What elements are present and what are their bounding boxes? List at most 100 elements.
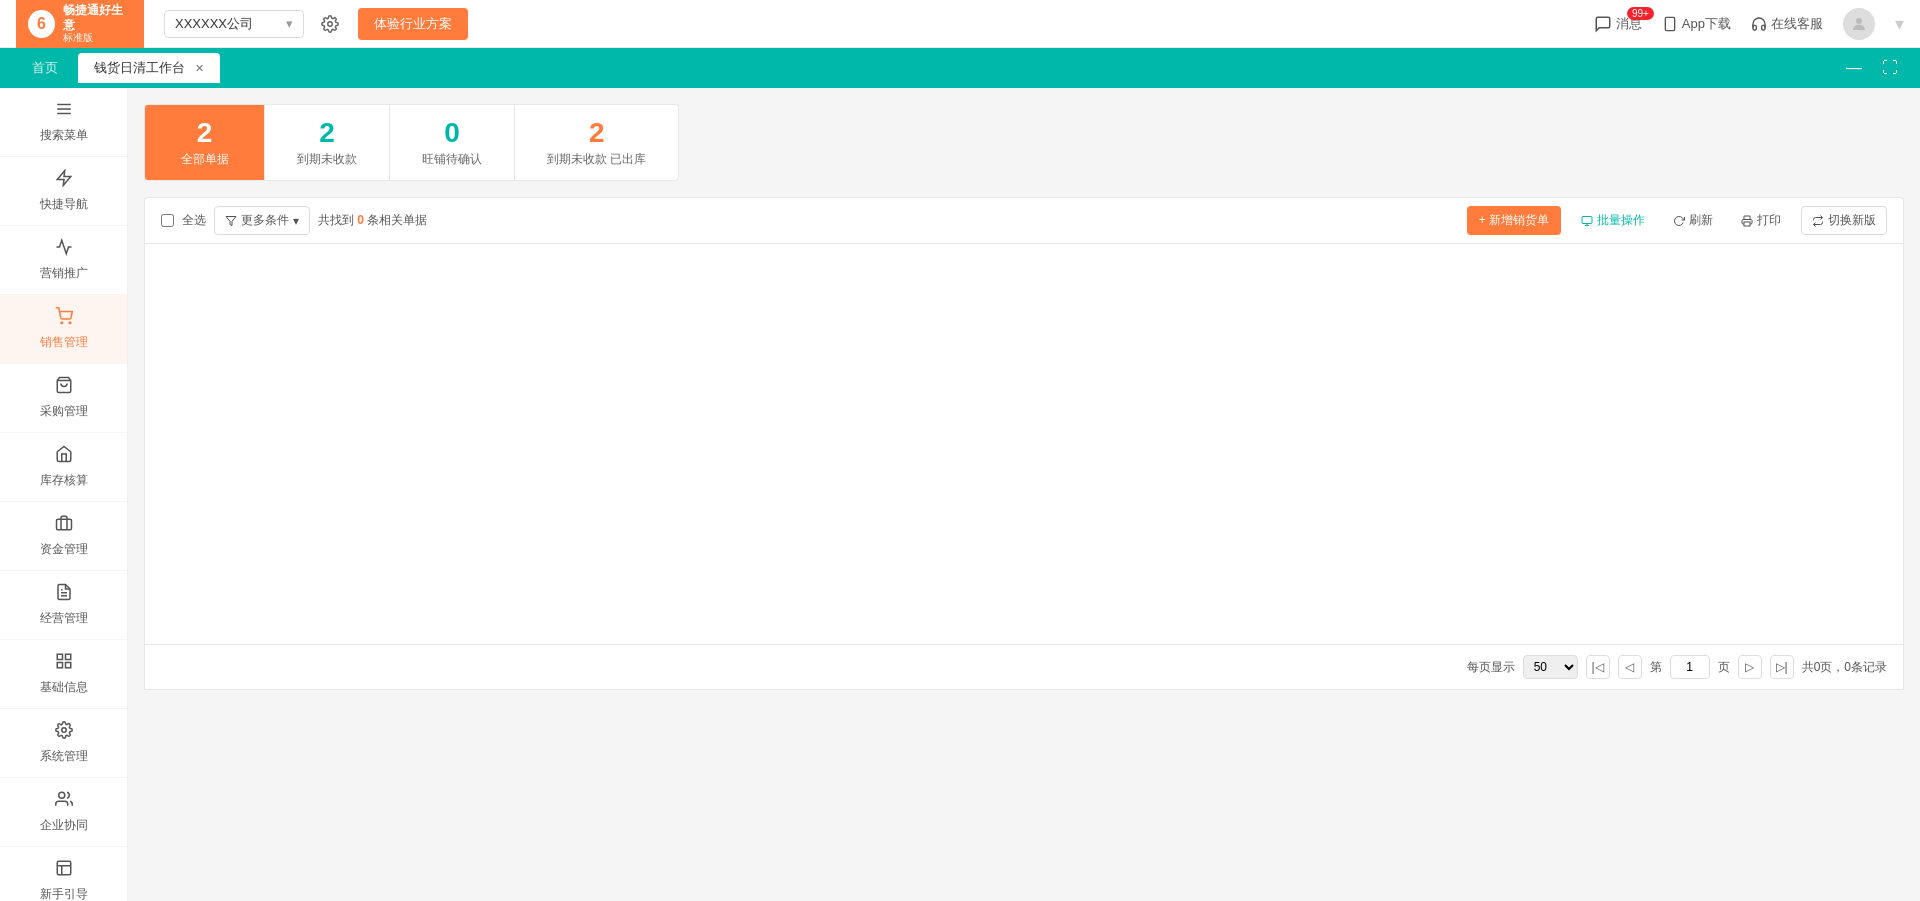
- table-empty: [145, 244, 1903, 644]
- tab-home[interactable]: 首页: [16, 53, 74, 83]
- marketing-icon: [55, 238, 73, 261]
- basic-info-icon: [55, 652, 73, 675]
- filter-chevron-icon: ▾: [293, 214, 299, 228]
- app-download-btn[interactable]: App下载: [1662, 15, 1731, 33]
- sidebar-label-enterprise: 企业协同: [40, 817, 88, 834]
- nav-tabs-right: — ⛶: [1840, 54, 1904, 82]
- search-menu-icon: [55, 100, 73, 123]
- stats-tab-overdue-shipped[interactable]: 2 到期未收款 已出库: [515, 105, 678, 180]
- select-all-label: 全选: [182, 212, 206, 229]
- stats-label-overdue-shipped: 到期未收款 已出库: [547, 151, 646, 168]
- sidebar-label-quick-nav: 快捷导航: [40, 196, 88, 213]
- sidebar-label-purchase: 采购管理: [40, 403, 88, 420]
- tab-close-icon[interactable]: ✕: [195, 62, 204, 74]
- sidebar-item-enterprise[interactable]: 企业协同: [0, 778, 127, 847]
- svg-rect-14: [57, 654, 62, 659]
- svg-rect-20: [57, 861, 71, 875]
- operations-icon: [55, 583, 73, 606]
- toolbar-left: 全选 更多条件 ▾ 共找到 0 条相关单据: [161, 206, 1459, 235]
- sidebar-item-marketing[interactable]: 营销推广: [0, 226, 127, 295]
- settings-button[interactable]: [314, 8, 346, 40]
- page-number-input[interactable]: [1670, 655, 1710, 679]
- sidebar-label-finance: 资金管理: [40, 541, 88, 558]
- finance-icon: [55, 514, 73, 537]
- svg-rect-26: [1744, 222, 1750, 226]
- sidebar-item-purchase[interactable]: 采购管理: [0, 364, 127, 433]
- sidebar-item-sales[interactable]: 销售管理: [0, 295, 127, 364]
- batch-op-btn[interactable]: 批量操作: [1573, 207, 1653, 234]
- table-area: [144, 244, 1904, 645]
- sidebar-label-basic-info: 基础信息: [40, 679, 88, 696]
- sidebar-item-finance[interactable]: 资金管理: [0, 502, 127, 571]
- sidebar-label-search-menu: 搜索菜单: [40, 127, 88, 144]
- sidebar-item-system[interactable]: 系统管理: [0, 709, 127, 778]
- sidebar-item-quick-nav[interactable]: 快捷导航: [0, 157, 127, 226]
- content-area: 2 全部单据 2 到期未收款 0 旺铺待确认 2 到期未收款 已出库: [128, 88, 1920, 901]
- company-selector[interactable]: XXXXXX公司 ▾: [164, 10, 304, 38]
- logo-area: 6 畅捷通好生意 标准版: [16, 0, 144, 48]
- svg-point-19: [58, 792, 64, 798]
- found-text: 共找到 0 条相关单据: [318, 212, 427, 229]
- pagination: 每页显示 50 100 200 |◁ ◁ 第 页 ▷ ▷| 共0页，0条记录: [144, 645, 1904, 690]
- found-count: 0: [357, 213, 364, 227]
- sidebar-label-operations: 经营管理: [40, 610, 88, 627]
- messages-btn[interactable]: 消息 99+: [1594, 15, 1642, 33]
- sidebar-label-inventory: 库存核算: [40, 472, 88, 489]
- sidebar-item-search-menu[interactable]: 搜索菜单: [0, 88, 127, 157]
- switch-version-btn[interactable]: 切换新版: [1801, 206, 1887, 235]
- maximize-icon[interactable]: ⛶: [1876, 54, 1904, 82]
- nav-tabs-bar: 首页 钱货日清工作台 ✕ — ⛶: [0, 48, 1920, 88]
- experience-btn[interactable]: 体验行业方案: [358, 8, 468, 40]
- select-all-checkbox[interactable]: [161, 214, 174, 227]
- per-page-label: 每页显示: [1467, 659, 1515, 676]
- stats-label-overdue: 到期未收款: [297, 151, 357, 168]
- toolbar-right: + 新增销货单 批量操作 刷新: [1467, 206, 1887, 235]
- more-filters-btn[interactable]: 更多条件 ▾: [214, 206, 310, 235]
- stats-count-pending: 0: [422, 117, 482, 149]
- chevron-down-icon: ▾: [286, 16, 293, 31]
- svg-point-0: [328, 21, 333, 26]
- minimize-icon[interactable]: —: [1840, 54, 1868, 82]
- stats-tab-all[interactable]: 2 全部单据: [145, 105, 265, 180]
- sidebar-label-sales: 销售管理: [40, 334, 88, 351]
- content-inner: 2 全部单据 2 到期未收款 0 旺铺待确认 2 到期未收款 已出库: [128, 88, 1920, 901]
- stats-tabs: 2 全部单据 2 到期未收款 0 旺铺待确认 2 到期未收款 已出库: [144, 104, 679, 181]
- first-page-btn[interactable]: |◁: [1586, 655, 1610, 679]
- svg-point-8: [61, 322, 63, 324]
- stats-tab-pending[interactable]: 0 旺铺待确认: [390, 105, 515, 180]
- page-label: 第: [1650, 659, 1662, 676]
- sidebar-item-operations[interactable]: 经营管理: [0, 571, 127, 640]
- stats-tab-overdue[interactable]: 2 到期未收款: [265, 105, 390, 180]
- company-name: XXXXXX公司: [175, 15, 278, 33]
- new-sales-btn[interactable]: + 新增销货单: [1467, 206, 1561, 235]
- svg-rect-11: [56, 519, 71, 530]
- svg-rect-15: [65, 654, 70, 659]
- toolbar: 全选 更多条件 ▾ 共找到 0 条相关单据 + 新增销: [144, 197, 1904, 244]
- top-right-area: 消息 99+ App下载 在线客服 ▾: [1594, 8, 1904, 40]
- sidebar-item-basic-info[interactable]: 基础信息: [0, 640, 127, 709]
- sidebar-item-inventory[interactable]: 库存核算: [0, 433, 127, 502]
- sales-icon: [55, 307, 73, 330]
- next-page-btn[interactable]: ▷: [1738, 655, 1762, 679]
- svg-point-3: [1856, 18, 1862, 24]
- online-service-btn[interactable]: 在线客服: [1751, 15, 1823, 33]
- guide-icon: [55, 859, 73, 882]
- prev-page-btn[interactable]: ◁: [1618, 655, 1642, 679]
- last-page-btn[interactable]: ▷|: [1770, 655, 1794, 679]
- sidebar-item-guide[interactable]: 新手引导: [0, 847, 127, 901]
- tab-workbench[interactable]: 钱货日清工作台 ✕: [78, 53, 220, 83]
- print-btn[interactable]: 打印: [1733, 207, 1789, 234]
- inventory-icon: [55, 445, 73, 468]
- sidebar-label-system: 系统管理: [40, 748, 88, 765]
- logo-text: 畅捷通好生意 标准版: [63, 3, 132, 44]
- svg-rect-23: [1582, 216, 1592, 223]
- avatar[interactable]: [1843, 8, 1875, 40]
- purchase-icon: [55, 376, 73, 399]
- logo-icon: 6: [28, 10, 55, 38]
- svg-marker-22: [226, 216, 236, 225]
- per-page-select[interactable]: 50 100 200: [1523, 655, 1578, 679]
- refresh-btn[interactable]: 刷新: [1665, 207, 1721, 234]
- enterprise-icon: [55, 790, 73, 813]
- stats-count-overdue-shipped: 2: [547, 117, 646, 149]
- username-area[interactable]: ▾: [1895, 13, 1904, 35]
